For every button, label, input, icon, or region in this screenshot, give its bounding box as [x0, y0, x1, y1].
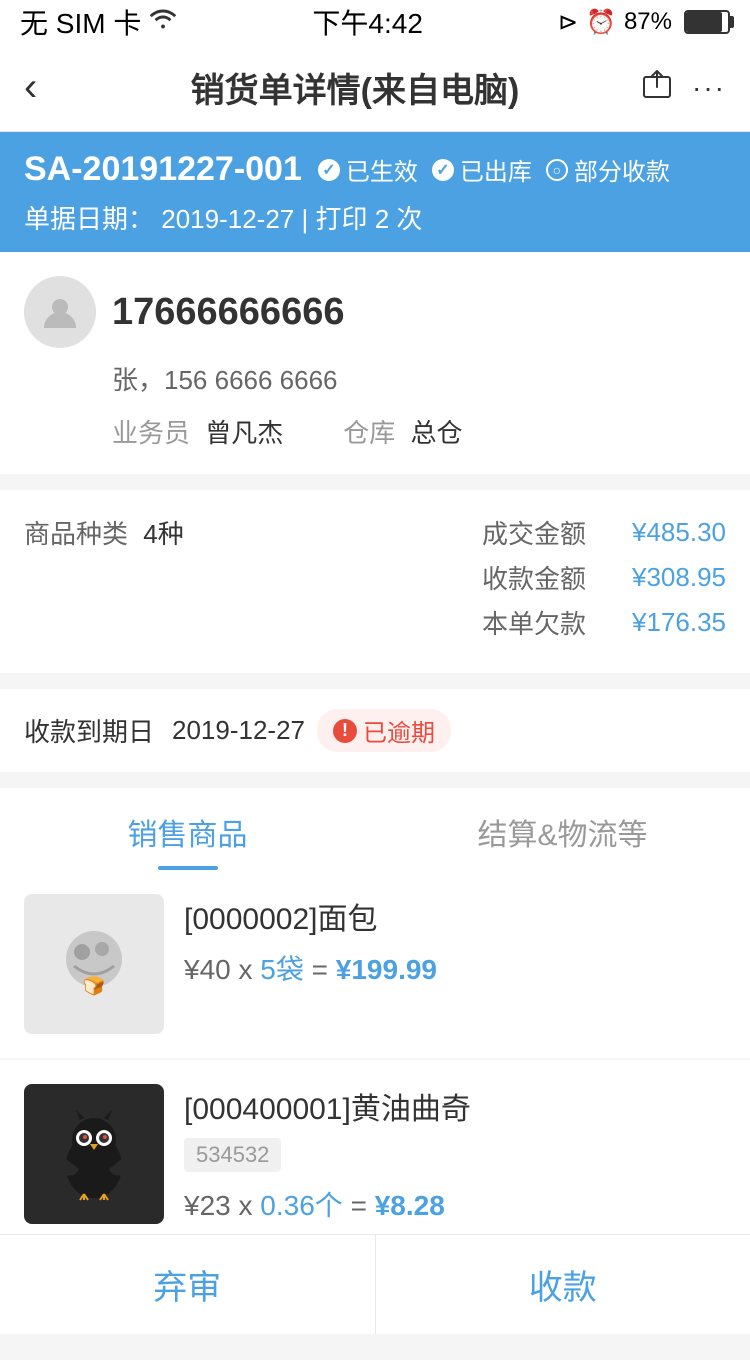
check-icon: ✓ — [318, 159, 340, 181]
stats-section: 商品种类 4种 成交金额 ¥485.30 收款金额 ¥308.95 本单欠款 ¥… — [0, 490, 750, 673]
page-title: 销货单详情(来自电脑) — [84, 63, 626, 112]
customer-meta: 业务员 曾凡杰 仓库 总仓 — [24, 413, 726, 450]
customer-name: 张，156 6666 6666 — [24, 360, 726, 397]
cancel-button[interactable]: 弃审 — [0, 1235, 376, 1334]
product-price: ¥23 x 0.36个 = ¥8.28 — [184, 1184, 726, 1224]
badge-shipped: ✓ 已出库 — [432, 152, 532, 187]
financial-stats: 成交金额 ¥485.30 收款金额 ¥308.95 本单欠款 ¥176.35 — [482, 514, 726, 649]
clock-icon: ○ — [546, 159, 568, 181]
tabs-bar: 销售商品 结算&物流等 — [0, 788, 750, 870]
tab-divider — [0, 772, 750, 788]
avatar — [24, 276, 96, 348]
alarm-icon: ⏰ — [586, 8, 616, 37]
tab-settlement-logistics[interactable]: 结算&物流等 — [375, 788, 750, 870]
receipt-amount-row: 收款金额 ¥308.95 — [482, 559, 726, 596]
product-price: ¥40 x 5袋 = ¥199.99 — [184, 948, 726, 988]
product-name: [0000002]面包 — [184, 894, 726, 938]
status-right: ⊳ ⏰ 87% — [558, 8, 730, 37]
overdue-badge: ! 已逾期 — [317, 709, 451, 752]
overdue-icon: ! — [333, 719, 357, 743]
warehouse-field: 仓库 总仓 — [343, 413, 462, 450]
product-thumbnail — [24, 1084, 164, 1224]
product-kind: 商品种类 4种 — [24, 514, 184, 649]
order-date-row: 单据日期： 2019-12-27 | 打印 2 次 — [24, 199, 726, 236]
product-item: [000400001]黄油曲奇 534532 ¥23 x 0.36个 = ¥8.… — [0, 1060, 750, 1248]
status-badges: ✓ 已生效 ✓ 已出库 ○ 部分收款 — [318, 152, 670, 187]
tab-sales-products[interactable]: 销售商品 — [0, 788, 375, 870]
debt-amount-row: 本单欠款 ¥176.35 — [482, 604, 726, 641]
order-id: SA-20191227-001 — [24, 150, 302, 189]
product-details: [000400001]黄油曲奇 534532 ¥23 x 0.36个 = ¥8.… — [184, 1084, 726, 1224]
nav-actions: ··· — [626, 69, 726, 107]
time-display: 下午4:42 — [312, 2, 423, 42]
confirm-button[interactable]: 收款 — [376, 1235, 750, 1334]
bottom-action-bar: 弃审 收款 — [0, 1234, 750, 1334]
product-tag: 534532 — [184, 1138, 281, 1172]
nav-bar: ‹ 销货单详情(来自电脑) ··· — [0, 44, 750, 132]
customer-section: 17666666666 张，156 6666 6666 业务员 曾凡杰 仓库 总… — [0, 252, 750, 474]
wifi-icon — [149, 8, 177, 37]
back-button[interactable]: ‹ — [24, 65, 84, 110]
status-bar: 无 SIM 卡 下午4:42 ⊳ ⏰ 87% — [0, 0, 750, 44]
product-name: [000400001]黄油曲奇 — [184, 1084, 726, 1128]
battery-icon — [684, 10, 730, 34]
more-button[interactable]: ··· — [692, 72, 726, 104]
order-header-banner: SA-20191227-001 ✓ 已生效 ✓ 已出库 ○ 部分收款 单据日期：… — [0, 132, 750, 252]
location-icon: ⊳ — [558, 8, 578, 37]
due-date-section: 收款到期日 2019-12-27 ! 已逾期 — [0, 689, 750, 772]
badge-effective: ✓ 已生效 — [318, 152, 418, 187]
order-status-row: SA-20191227-001 ✓ 已生效 ✓ 已出库 ○ 部分收款 — [24, 150, 726, 189]
badge-partial: ○ 部分收款 — [546, 152, 670, 187]
product-item: 🍞 [0000002]面包 ¥40 x 5袋 = ¥199.99 — [0, 870, 750, 1058]
svg-text:🍞: 🍞 — [83, 975, 105, 996]
product-details: [0000002]面包 ¥40 x 5袋 = ¥199.99 — [184, 894, 726, 988]
customer-id: 17666666666 — [112, 291, 344, 334]
check-icon-2: ✓ — [432, 159, 454, 181]
battery-percentage: 87% — [624, 8, 672, 36]
carrier-text: 无 SIM 卡 — [20, 2, 141, 42]
share-button[interactable] — [642, 69, 672, 107]
customer-id-row: 17666666666 — [24, 276, 726, 348]
deal-amount-row: 成交金额 ¥485.30 — [482, 514, 726, 551]
status-left: 无 SIM 卡 — [20, 2, 177, 42]
salesperson-field: 业务员 曾凡杰 — [112, 413, 283, 450]
product-thumbnail: 🍞 — [24, 894, 164, 1034]
